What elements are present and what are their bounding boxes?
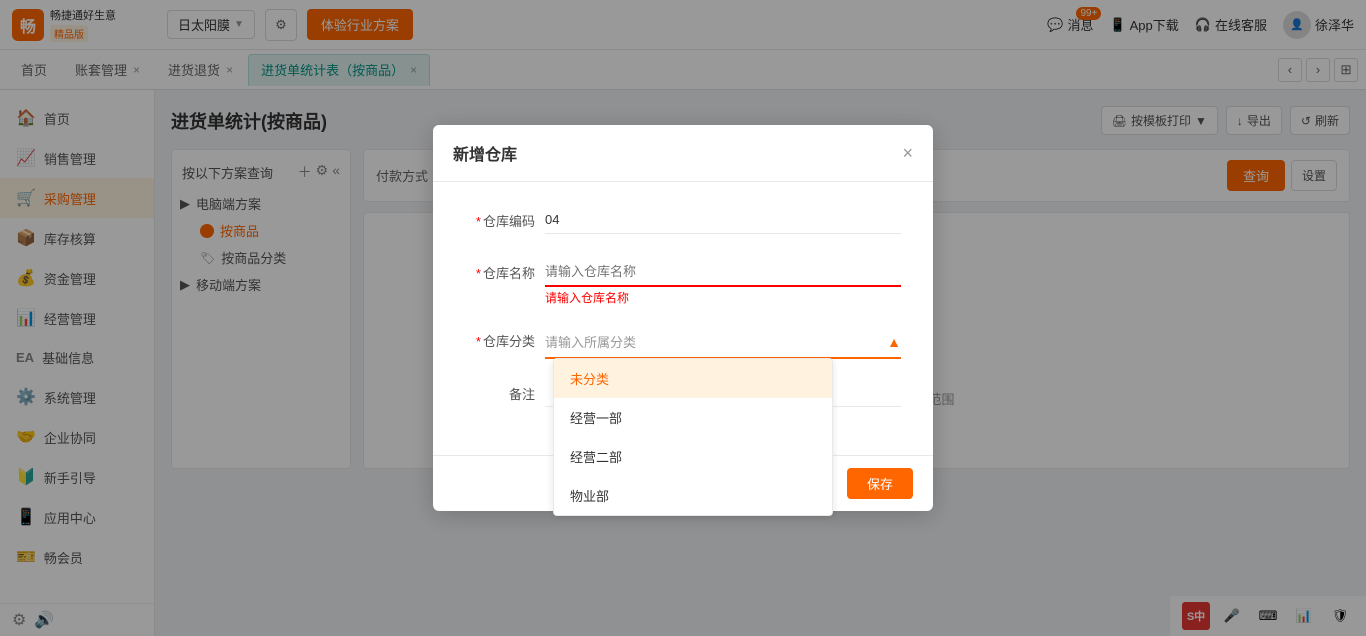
name-label: 仓库名称 [465,258,545,290]
modal-overlay: 新增仓库 × 仓库编码 仓库名称 请输入仓库名称 仓库分类 请输入所 [0,0,1366,636]
name-input[interactable] [545,258,901,287]
category-dropdown: 未分类 经营一部 经营二部 物业部 [553,358,833,516]
dropdown-item-unclassified[interactable]: 未分类 [554,359,832,398]
code-label: 仓库编码 [465,206,545,238]
modal-title: 新增仓库 [453,141,517,165]
name-field-wrap: 请输入仓库名称 [545,258,901,306]
name-error-message: 请输入仓库名称 [545,289,901,306]
save-button[interactable]: 保存 [847,468,913,499]
modal-body: 仓库编码 仓库名称 请输入仓库名称 仓库分类 请输入所属分类 ▲ [433,182,933,455]
code-input[interactable] [545,206,901,234]
category-label: 仓库分类 [465,326,545,358]
new-warehouse-modal: 新增仓库 × 仓库编码 仓库名称 请输入仓库名称 仓库分类 请输入所 [433,125,933,511]
form-row-name: 仓库名称 请输入仓库名称 [465,258,901,306]
category-select[interactable]: 请输入所属分类 ▲ [545,326,901,359]
category-placeholder: 请输入所属分类 [545,332,636,351]
dropdown-item-dept1[interactable]: 经营一部 [554,398,832,437]
dropdown-item-property[interactable]: 物业部 [554,476,832,515]
modal-header: 新增仓库 × [433,125,933,182]
form-row-category: 仓库分类 请输入所属分类 ▲ 未分类 经营一部 经营二部 [465,326,901,359]
modal-close-button[interactable]: × [902,143,913,164]
form-row-code: 仓库编码 [465,206,901,238]
category-chevron-up-icon: ▲ [887,334,901,350]
dropdown-item-dept2[interactable]: 经营二部 [554,437,832,476]
note-label: 备注 [465,379,545,411]
